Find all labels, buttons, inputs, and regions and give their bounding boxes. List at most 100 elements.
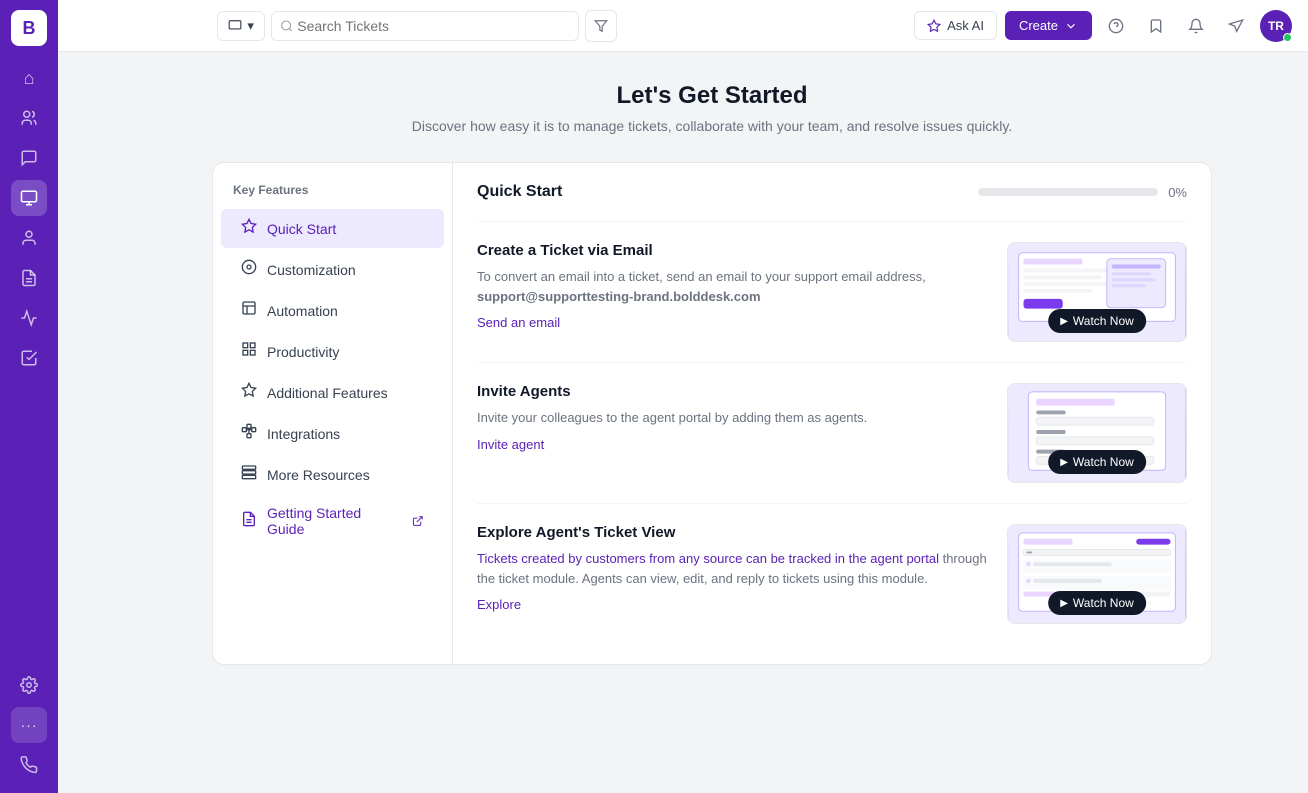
watch-now-button-1[interactable]: ▶ Watch Now: [1048, 309, 1146, 333]
filter-button[interactable]: [585, 10, 617, 42]
feature-title-invite-agents: Invite Agents: [477, 383, 987, 400]
getting-started-icon: [241, 511, 257, 532]
topbar-right: Ask AI Create TR: [914, 10, 1292, 42]
feature-image-create-ticket: ▶ Watch Now: [1007, 242, 1187, 342]
bookmark-button[interactable]: [1140, 10, 1172, 42]
feature-link-invite-agent[interactable]: Invite agent: [477, 437, 544, 452]
search-input-wrapper: [271, 11, 579, 41]
main-content: Let's Get Started Discover how easy it i…: [116, 52, 1308, 793]
sidebar-item-contacts[interactable]: [11, 100, 47, 136]
sidebar-item-analytics[interactable]: [11, 300, 47, 336]
feature-title-ticket-view: Explore Agent's Ticket View: [477, 524, 987, 541]
feature-item-ticket-view: Explore Agent's Ticket View Tickets crea…: [477, 503, 1187, 644]
nav-item-integrations[interactable]: Integrations: [221, 414, 444, 453]
help-button[interactable]: [1100, 10, 1132, 42]
sidebar-item-agents[interactable]: [11, 220, 47, 256]
ask-ai-button[interactable]: Ask AI: [914, 11, 997, 40]
sidebar-item-settings[interactable]: [11, 667, 47, 703]
nav-item-customization[interactable]: Customization: [221, 250, 444, 289]
app-logo[interactable]: B: [11, 10, 47, 46]
nav-item-more-resources[interactable]: More Resources: [221, 455, 444, 494]
online-indicator: [1283, 33, 1292, 42]
quick-start-title: Quick Start: [477, 183, 562, 201]
sidebar-item-more[interactable]: ···: [11, 707, 47, 743]
search-icon: [280, 19, 293, 33]
additional-features-icon: [241, 382, 257, 403]
create-button[interactable]: Create: [1005, 11, 1092, 40]
feature-desc-invite-agents: Invite your colleagues to the agent port…: [477, 408, 987, 428]
nav-label-additional-features: Additional Features: [267, 385, 388, 401]
topbar: ▾ Ask AI Create TR: [58, 0, 1308, 52]
play-icon-1: ▶: [1060, 316, 1068, 327]
nav-item-automation[interactable]: Automation: [221, 291, 444, 330]
feature-text-create-ticket: Create a Ticket via Email To convert an …: [477, 242, 987, 332]
megaphone-button[interactable]: [1220, 10, 1252, 42]
user-avatar[interactable]: TR: [1260, 10, 1292, 42]
sidebar-item-reports[interactable]: [11, 260, 47, 296]
ai-icon: [927, 19, 941, 33]
sidebar-item-tickets[interactable]: [11, 180, 47, 216]
nav-label-customization: Customization: [267, 262, 356, 278]
quick-start-panel: Quick Start 0% Create a Ticket via Email…: [453, 163, 1211, 664]
external-link-icon: [412, 515, 424, 527]
watch-now-label-3: Watch Now: [1073, 596, 1134, 610]
watch-now-button-2[interactable]: ▶ Watch Now: [1048, 450, 1146, 474]
key-features-panel: Key Features Quick Start Customization A…: [213, 163, 453, 664]
notification-button[interactable]: [1180, 10, 1212, 42]
chevron-down-icon: [1064, 19, 1078, 33]
progress-bar: [978, 188, 1158, 196]
nav-label-productivity: Productivity: [267, 344, 339, 360]
feature-desc-create-ticket: To convert an email into a ticket, send …: [477, 267, 987, 306]
feature-item-invite-agents: Invite Agents Invite your colleagues to …: [477, 362, 1187, 503]
watch-now-label-2: Watch Now: [1073, 455, 1134, 469]
nav-label-getting-started-guide: Getting Started Guide: [267, 505, 398, 537]
productivity-icon: [241, 341, 257, 362]
search-filter-label: ▾: [247, 18, 254, 34]
search-input[interactable]: [293, 12, 570, 40]
quick-start-header: Quick Start 0%: [477, 183, 1187, 201]
sidebar-item-chat[interactable]: [11, 140, 47, 176]
feature-image-invite-agents: ▶ Watch Now: [1007, 383, 1187, 483]
feature-text-invite-agents: Invite Agents Invite your colleagues to …: [477, 383, 987, 454]
watch-now-label-1: Watch Now: [1073, 314, 1134, 328]
feature-link-explore[interactable]: Explore: [477, 597, 521, 612]
integrations-icon: [241, 423, 257, 444]
nav-label-automation: Automation: [267, 303, 338, 319]
feature-link-send-email[interactable]: Send an email: [477, 315, 560, 330]
progress-wrap: 0%: [978, 185, 1187, 200]
feature-desc-ticket-view: Tickets created by customers from any so…: [477, 549, 987, 588]
search-area: ▾: [217, 10, 617, 42]
ask-ai-label: Ask AI: [947, 18, 984, 33]
play-icon-2: ▶: [1060, 457, 1068, 468]
watch-now-button-3[interactable]: ▶ Watch Now: [1048, 591, 1146, 615]
play-icon-3: ▶: [1060, 598, 1068, 609]
more-resources-icon: [241, 464, 257, 485]
nav-item-getting-started-guide[interactable]: Getting Started Guide: [221, 496, 444, 546]
sidebar-item-home[interactable]: ⌂: [11, 60, 47, 96]
sidebar-item-phone[interactable]: [11, 747, 47, 783]
feature-image-ticket-view: ▶ Watch Now: [1007, 524, 1187, 624]
feature-item-create-ticket: Create a Ticket via Email To convert an …: [477, 221, 1187, 362]
sidebar-item-tasks[interactable]: [11, 340, 47, 376]
create-label: Create: [1019, 18, 1058, 33]
avatar-initials: TR: [1268, 19, 1284, 33]
nav-item-productivity[interactable]: Productivity: [221, 332, 444, 371]
key-features-title: Key Features: [213, 183, 452, 197]
nav-item-quick-start[interactable]: Quick Start: [221, 209, 444, 248]
sidebar: B ⌂ ···: [0, 0, 58, 793]
nav-label-quick-start: Quick Start: [267, 221, 336, 237]
feature-title-create-ticket: Create a Ticket via Email: [477, 242, 987, 259]
quick-start-icon: [241, 218, 257, 239]
automation-icon: [241, 300, 257, 321]
nav-label-more-resources: More Resources: [267, 467, 370, 483]
customization-icon: [241, 259, 257, 280]
page-subtitle: Discover how easy it is to manage ticket…: [136, 118, 1288, 134]
progress-label: 0%: [1168, 185, 1187, 200]
nav-label-integrations: Integrations: [267, 426, 340, 442]
feature-text-ticket-view: Explore Agent's Ticket View Tickets crea…: [477, 524, 987, 614]
page-header: Let's Get Started Discover how easy it i…: [136, 82, 1288, 134]
page-title: Let's Get Started: [136, 82, 1288, 110]
nav-item-additional-features[interactable]: Additional Features: [221, 373, 444, 412]
main-card: Key Features Quick Start Customization A…: [212, 162, 1212, 665]
search-filter-button[interactable]: ▾: [217, 11, 265, 41]
